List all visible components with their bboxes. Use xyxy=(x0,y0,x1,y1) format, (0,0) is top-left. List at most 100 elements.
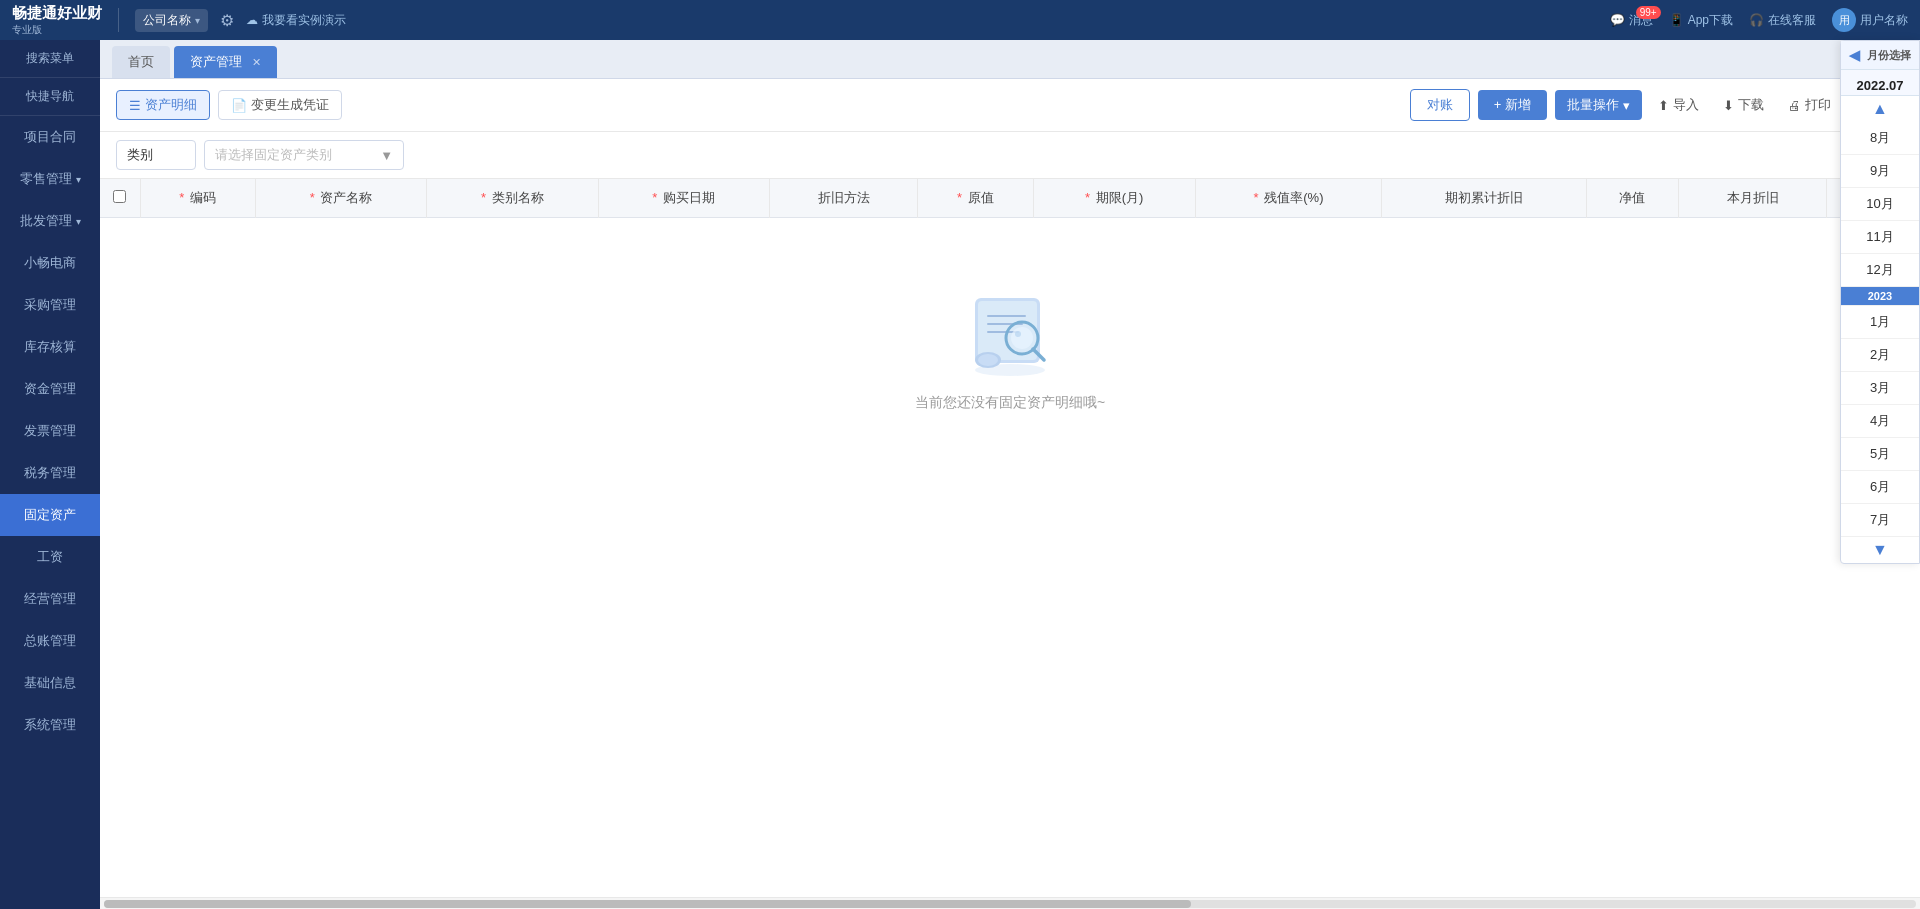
batch-ops-button[interactable]: 批量操作 ▾ xyxy=(1555,90,1642,120)
doc-icon: 📄 xyxy=(231,98,247,113)
month-item-7[interactable]: 7月 xyxy=(1841,504,1919,537)
scroll-track[interactable] xyxy=(104,900,1916,908)
sidebar-item-purchase[interactable]: 采购管理 xyxy=(0,284,100,326)
category-value-select[interactable]: 请选择固定资产类别 ▼ xyxy=(204,140,404,170)
sidebar-item-payroll[interactable]: 工资 xyxy=(0,536,100,578)
sidebar-item-invoice[interactable]: 发票管理 xyxy=(0,410,100,452)
tab-bar: 首页 资产管理 ✕ xyxy=(100,40,1920,79)
sidebar-label: 资金管理 xyxy=(24,380,76,398)
download-button[interactable]: ⬇ 下载 xyxy=(1715,90,1772,120)
month-item-4[interactable]: 4月 xyxy=(1841,405,1919,438)
month-year-label: 2022.07 xyxy=(1841,74,1919,93)
th-category-name: * 类别名称 xyxy=(427,179,598,218)
sidebar-item-operations[interactable]: 经营管理 xyxy=(0,578,100,620)
sidebar-item-ecommerce[interactable]: 小畅电商 xyxy=(0,242,100,284)
th-original-value: * 原值 xyxy=(918,179,1033,218)
tab-home[interactable]: 首页 xyxy=(112,46,170,78)
scroll-thumb[interactable] xyxy=(104,900,1191,908)
month-up-arrow[interactable]: ▲ xyxy=(1872,100,1888,118)
subtab-change-voucher[interactable]: 📄 变更生成凭证 xyxy=(218,90,342,120)
app-logo: 畅捷通好业财 专业版 xyxy=(12,4,102,37)
sidebar-item-wholesale[interactable]: 批发管理 ▾ xyxy=(0,200,100,242)
sidebar-item-finance[interactable]: 资金管理 xyxy=(0,368,100,410)
chevron-icon: ▾ xyxy=(76,216,81,227)
th-net-value: 净值 xyxy=(1586,179,1678,218)
month-item-10[interactable]: 10月 xyxy=(1841,188,1919,221)
sidebar-item-tax[interactable]: 税务管理 xyxy=(0,452,100,494)
app-subtitle: 专业版 xyxy=(12,23,102,37)
month-item-11[interactable]: 11月 xyxy=(1841,221,1919,254)
th-purchase-date: * 购买日期 xyxy=(598,179,769,218)
add-button[interactable]: + 新增 xyxy=(1478,90,1547,120)
sidebar-item-retail[interactable]: 零售管理 ▾ xyxy=(0,158,100,200)
app-title: 畅捷通好业财 xyxy=(12,4,102,23)
panel-collapse-icon[interactable]: ◀ xyxy=(1849,47,1860,63)
sidebar-item-ledger[interactable]: 总账管理 xyxy=(0,620,100,662)
th-checkbox xyxy=(100,179,140,218)
settings-button[interactable]: ⚙ xyxy=(216,7,238,34)
sidebar-label: 基础信息 xyxy=(24,674,76,692)
month-item-8[interactable]: 8月 xyxy=(1841,122,1919,155)
cloud-icon: ☁ xyxy=(246,13,258,27)
app-download-button[interactable]: 📱 App下载 xyxy=(1669,12,1733,29)
sidebar-item-search[interactable]: 搜索菜单 xyxy=(0,40,100,78)
top-bar-right: 💬 消息 99+ 📱 App下载 🎧 在线客服 用 用户名称 xyxy=(1610,8,1908,32)
sidebar-item-inventory[interactable]: 库存核算 xyxy=(0,326,100,368)
sidebar-label: 总账管理 xyxy=(24,632,76,650)
reconcile-button[interactable]: 对账 xyxy=(1410,89,1470,121)
month-item-9[interactable]: 9月 xyxy=(1841,155,1919,188)
message-icon: 💬 xyxy=(1610,13,1625,27)
demo-link-text: 我要看实例演示 xyxy=(262,12,346,29)
subtab-asset-detail[interactable]: ☰ 资产明细 xyxy=(116,90,210,120)
online-service-button[interactable]: 🎧 在线客服 xyxy=(1749,12,1816,29)
print-button[interactable]: 🖨 打印 xyxy=(1780,90,1839,120)
print-icon: 🖨 xyxy=(1788,98,1801,113)
month-item-1[interactable]: 1月 xyxy=(1841,306,1919,339)
th-accumulated-depreciation: 期初累计折旧 xyxy=(1382,179,1586,218)
headset-icon: 🎧 xyxy=(1749,13,1764,27)
empty-illustration xyxy=(950,278,1070,378)
import-button[interactable]: ⬆ 导入 xyxy=(1650,90,1707,120)
month-item-3[interactable]: 3月 xyxy=(1841,372,1919,405)
dropdown-icon: ▼ xyxy=(380,148,393,163)
svg-point-4 xyxy=(978,354,998,366)
top-bar: 畅捷通好业财 专业版 公司名称 ▾ ⚙ ☁ 我要看实例演示 💬 消息 99+ 📱… xyxy=(0,0,1920,40)
sidebar-label: 经营管理 xyxy=(24,590,76,608)
table-header-row: * 编码 * 资产名称 * 类别名称 xyxy=(100,179,1920,218)
month-item-5[interactable]: 5月 xyxy=(1841,438,1919,471)
month-down-arrow[interactable]: ▼ xyxy=(1872,541,1888,559)
sidebar: 搜索菜单 快捷导航 项目合同 零售管理 ▾ 批发管理 ▾ 小畅电商 采购管理 库… xyxy=(0,40,100,909)
tab-close-icon[interactable]: ✕ xyxy=(252,56,261,68)
sidebar-label: 发票管理 xyxy=(24,422,76,440)
user-avatar[interactable]: 用 用户名称 xyxy=(1832,8,1908,32)
avatar: 用 xyxy=(1832,8,1856,32)
select-all-checkbox[interactable] xyxy=(113,190,126,203)
company-name: 公司名称 xyxy=(143,12,191,29)
category-type-select[interactable]: 类别 xyxy=(116,140,196,170)
sidebar-item-fixed-assets[interactable]: 固定资产 xyxy=(0,494,100,536)
month-panel-nav-down: ▼ xyxy=(1841,537,1919,563)
year-badge-2023: 2023 xyxy=(1841,287,1919,306)
demo-link[interactable]: ☁ 我要看实例演示 xyxy=(246,12,346,29)
message-button[interactable]: 💬 消息 99+ xyxy=(1610,12,1653,29)
month-panel-header: ◀ 月份选择 xyxy=(1841,41,1919,70)
sidebar-label: 税务管理 xyxy=(24,464,76,482)
message-badge: 99+ xyxy=(1636,6,1661,19)
company-selector[interactable]: 公司名称 ▾ xyxy=(135,9,208,32)
bottom-scrollbar[interactable] xyxy=(100,897,1920,909)
online-service-label: 在线客服 xyxy=(1768,12,1816,29)
month-item-6[interactable]: 6月 xyxy=(1841,471,1919,504)
chevron-down-icon: ▾ xyxy=(195,15,200,26)
sidebar-item-quicknav[interactable]: 快捷导航 xyxy=(0,78,100,116)
chevron-icon: ▾ xyxy=(76,174,81,185)
divider xyxy=(118,8,119,32)
sidebar-item-system[interactable]: 系统管理 xyxy=(0,704,100,746)
download-icon: ⬇ xyxy=(1723,98,1734,113)
month-panel-nav: ▲ xyxy=(1841,96,1919,122)
month-item-12[interactable]: 12月 xyxy=(1841,254,1919,287)
month-panel-year-display: 2022.07 xyxy=(1841,70,1919,96)
tab-asset-management[interactable]: 资产管理 ✕ xyxy=(174,46,277,78)
sidebar-item-project-contract[interactable]: 项目合同 xyxy=(0,116,100,158)
sidebar-item-basic-info[interactable]: 基础信息 xyxy=(0,662,100,704)
month-item-2[interactable]: 2月 xyxy=(1841,339,1919,372)
